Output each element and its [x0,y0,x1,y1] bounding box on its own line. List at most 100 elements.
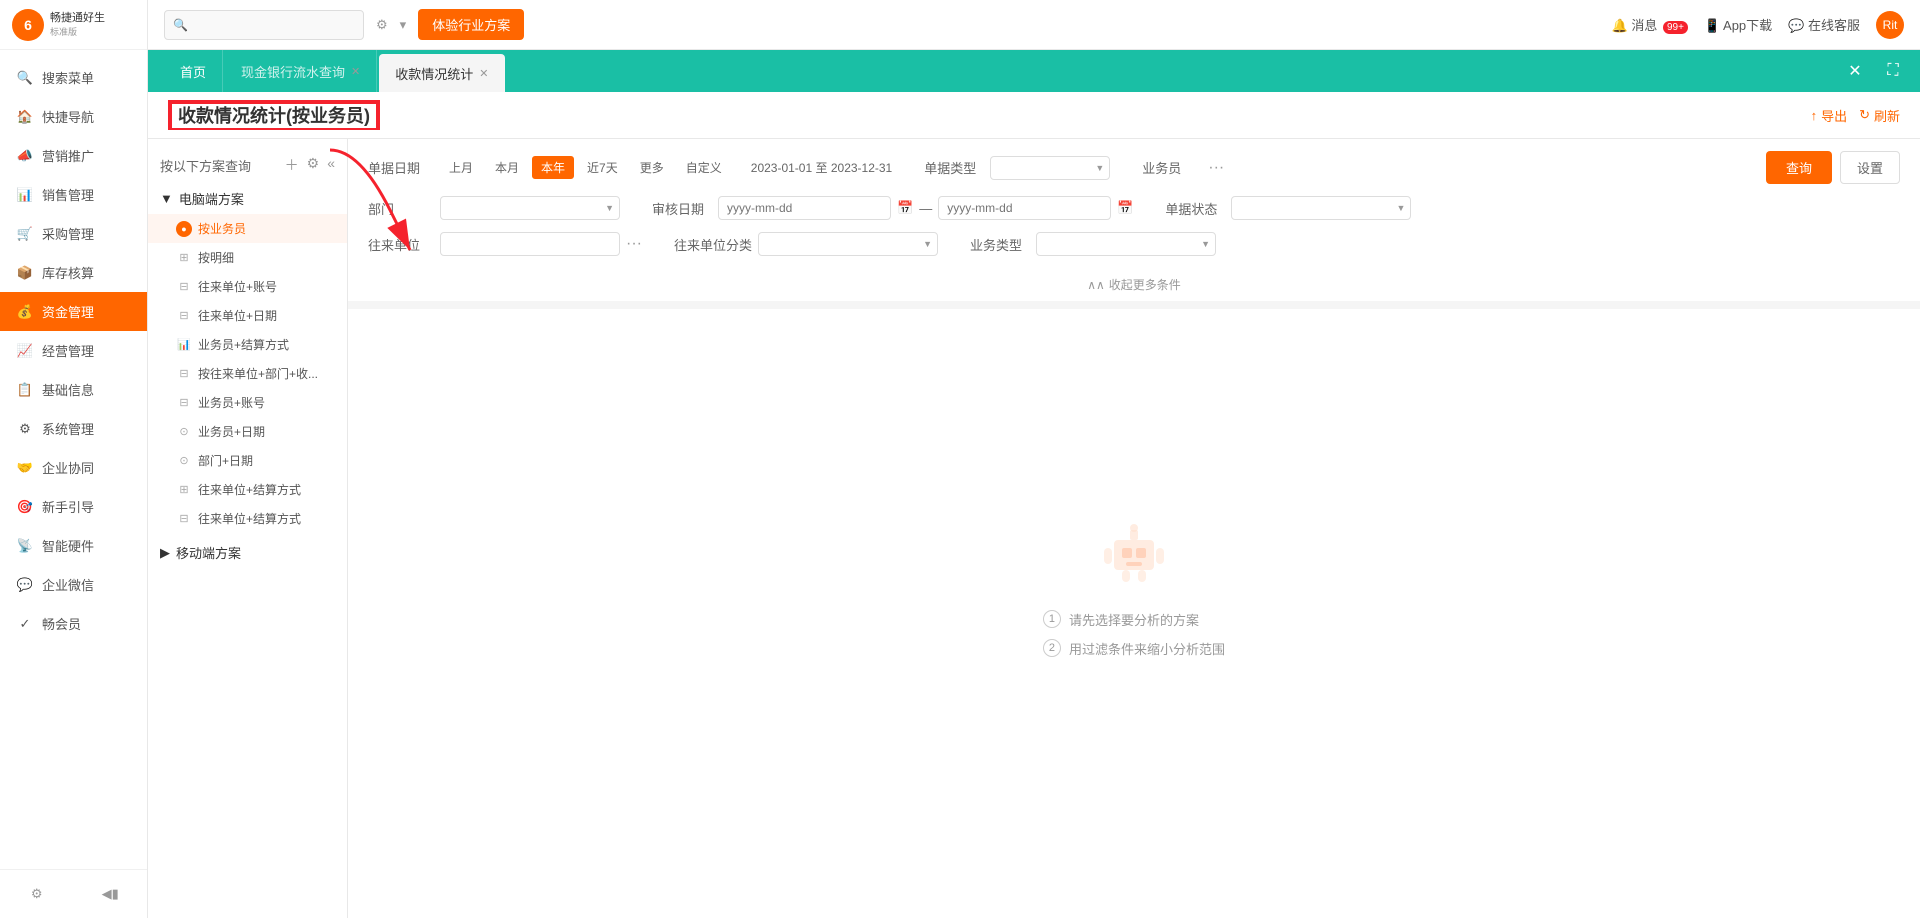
scheme-item-by-staff[interactable]: ● 按业务员 [148,214,347,243]
tab-collection-close[interactable]: ✕ [479,67,488,80]
tab-maximize-btn[interactable]: ⛶ [1878,56,1908,86]
tab-home[interactable]: 首页 [164,50,223,92]
dept-select[interactable] [440,196,620,220]
sidebar-item-member[interactable]: ✓ 畅会员 [0,604,147,643]
scheme-item-staff-account[interactable]: ⊟ 业务员+账号 [148,388,347,417]
desktop-scheme-group: ▼ 电脑端方案 ● 按业务员 ⊞ 按明细 ⊟ 往来单位+账号 ⊟ 往来单位+ [148,183,347,533]
export-btn[interactable]: ↑ 导出 [1811,106,1848,125]
sidebar-item-enterprise[interactable]: 🤝 企业协同 [0,448,147,487]
scheme-item-partner-account[interactable]: ⊟ 往来单位+账号 [148,272,347,301]
sidebar-item-inventory[interactable]: 📦 库存核算 [0,253,147,292]
partner-more-btn[interactable]: ··· [626,235,642,253]
voucher-type-select[interactable] [990,156,1110,180]
business-type-select-wrapper [1036,232,1216,256]
detail-icon: ⊞ [176,250,192,266]
sidebar-item-system[interactable]: ⚙ 系统管理 [0,409,147,448]
customer-service-link[interactable]: 💬 在线客服 [1788,15,1860,34]
scheme-item-partner-dept-collect[interactable]: ⊟ 按往来单位+部门+收... [148,359,347,388]
dept-label: 部门 [368,199,428,218]
topbar-dropdown-icon[interactable]: ▾ [400,17,407,33]
date-tab-more[interactable]: 更多 [631,156,673,179]
voucher-status-label: 单据状态 [1165,199,1225,218]
date-tab-prev-month[interactable]: 上月 [440,156,482,179]
sales-icon: 📊 [16,186,34,204]
sidebar-item-wechat[interactable]: 💬 企业微信 [0,565,147,604]
tab-bank[interactable]: 现金银行流水查询 ✕ [225,50,377,92]
sidebar-item-search[interactable]: 🔍 搜索菜单 [0,58,147,97]
scheme-settings-btn[interactable]: ⚙ [307,155,320,175]
page-header: 收款情况统计(按业务员) ↑ 导出 ↻ 刷新 [148,92,1920,139]
sidebar-item-operation[interactable]: 📈 经营管理 [0,331,147,370]
search-icon: 🔍 [16,69,34,87]
date-label: 单据日期 [368,158,428,177]
partner-input[interactable] [440,232,620,256]
business-type-select[interactable] [1036,232,1216,256]
partner-category-select[interactable] [758,232,938,256]
desktop-scheme-header[interactable]: ▼ 电脑端方案 [148,183,347,214]
staff-label: 业务员 [1142,158,1202,177]
sidebar-item-sales[interactable]: 📊 销售管理 [0,175,147,214]
scheme-item-partner-date[interactable]: ⊟ 往来单位+日期 [148,301,347,330]
collapse-panel-btn[interactable]: « [327,155,335,175]
partner-dept-icon: ⊟ [176,366,192,382]
date-tab-custom[interactable]: 自定义 [677,156,731,179]
scheme-panel-header: 按以下方案查询 ＋ ⚙ « [148,151,347,183]
partner-label: 往来单位 [368,235,428,254]
sidebar-item-finance[interactable]: 💰 资金管理 [0,292,147,331]
tab-close-all-btn[interactable]: ✕ [1840,56,1870,86]
sidebar-item-purchase[interactable]: 🛒 采购管理 [0,214,147,253]
topbar-settings-icon[interactable]: ⚙ [376,17,388,33]
trial-btn[interactable]: 体验行业方案 [418,9,524,40]
partner-account-icon: ⊟ [176,279,192,295]
voucher-status-select[interactable] [1231,196,1411,220]
user-avatar[interactable]: Rit [1876,11,1904,39]
set-btn[interactable]: 设置 [1840,151,1900,184]
collapse-bar[interactable]: ∧∧ 收起更多条件 [368,268,1900,301]
inventory-icon: 📦 [16,264,34,282]
basic-icon: 📋 [16,381,34,399]
scheme-item-staff-settlement[interactable]: 📊 业务员+结算方式 [148,330,347,359]
settings-bottom-btn[interactable]: ⚙ [23,880,51,908]
refresh-btn[interactable]: ↻ 刷新 [1859,106,1900,125]
query-btn[interactable]: 查询 [1766,151,1832,184]
tabbar: 首页 现金银行流水查询 ✕ 收款情况统计 ✕ ✕ ⛶ [148,50,1920,92]
filter-area: 单据日期 上月 本月 本年 近7天 更多 自定义 2023-01-01 至 20… [348,139,1920,301]
collapse-icon: ∧∧ [1087,278,1105,292]
mobile-scheme-header[interactable]: ▶ 移动端方案 [148,537,347,568]
finance-icon: 💰 [16,303,34,321]
sidebar-item-basic[interactable]: 📋 基础信息 [0,370,147,409]
scheme-panel: 按以下方案查询 ＋ ⚙ « ▼ 电脑端方案 ● 按业务员 ⊞ 按 [148,139,348,918]
empty-hint-1: 1 请先选择要分析的方案 [1043,610,1225,629]
sidebar-item-nav[interactable]: 🏠 快捷导航 [0,97,147,136]
add-scheme-btn[interactable]: ＋ [285,155,299,175]
app-download-link[interactable]: 📱 App下载 [1704,15,1772,34]
scheme-item-partner-settlement2[interactable]: ⊟ 往来单位+结算方式 [148,504,347,533]
audit-date-end-input[interactable] [938,196,1111,220]
scheme-panel-icons: ＋ ⚙ « [285,155,335,175]
notification-icon[interactable]: 🔔 消息 99+ [1612,15,1688,34]
audit-date-filter: 审核日期 📅 — 📅 [652,196,1133,220]
scheme-item-by-detail[interactable]: ⊞ 按明细 [148,243,347,272]
empty-state-icon [1094,510,1174,590]
sidebar-nav: 🔍 搜索菜单 🏠 快捷导航 📣 营销推广 📊 销售管理 🛒 采购管理 📦 库存核… [0,50,147,869]
sidebar-item-hardware[interactable]: 📡 智能硬件 [0,526,147,565]
date-tabs: 上月 本月 本年 近7天 更多 自定义 [440,156,731,179]
date-tab-last7[interactable]: 近7天 [578,156,627,179]
tab-collection[interactable]: 收款情况统计 ✕ [379,54,505,92]
business-type-filter: 业务类型 [970,232,1216,256]
scheme-item-staff-date[interactable]: ⊙ 业务员+日期 [148,417,347,446]
sidebar-item-guide[interactable]: 🎯 新手引导 [0,487,147,526]
system-icon: ⚙ [16,420,34,438]
audit-date-start-input[interactable] [718,196,891,220]
sidebar-item-marketing[interactable]: 📣 营销推广 [0,136,147,175]
scheme-item-dept-date[interactable]: ⊙ 部门+日期 [148,446,347,475]
empty-hints: 1 请先选择要分析的方案 2 用过滤条件来缩小分析范围 [1043,610,1225,658]
page-title: 收款情况统计(按业务员) [170,102,378,130]
scheme-item-partner-settlement1[interactable]: ⊞ 往来单位+结算方式 [148,475,347,504]
tab-bank-close[interactable]: ✕ [351,65,360,78]
date-tab-curr-month[interactable]: 本月 [486,156,528,179]
topbar-search-box[interactable]: 🔍 [164,10,364,40]
collapse-sidebar-btn[interactable]: ◀▮ [96,880,124,908]
staff-more-btn[interactable]: ··· [1208,159,1224,177]
date-tab-curr-year[interactable]: 本年 [532,156,574,179]
